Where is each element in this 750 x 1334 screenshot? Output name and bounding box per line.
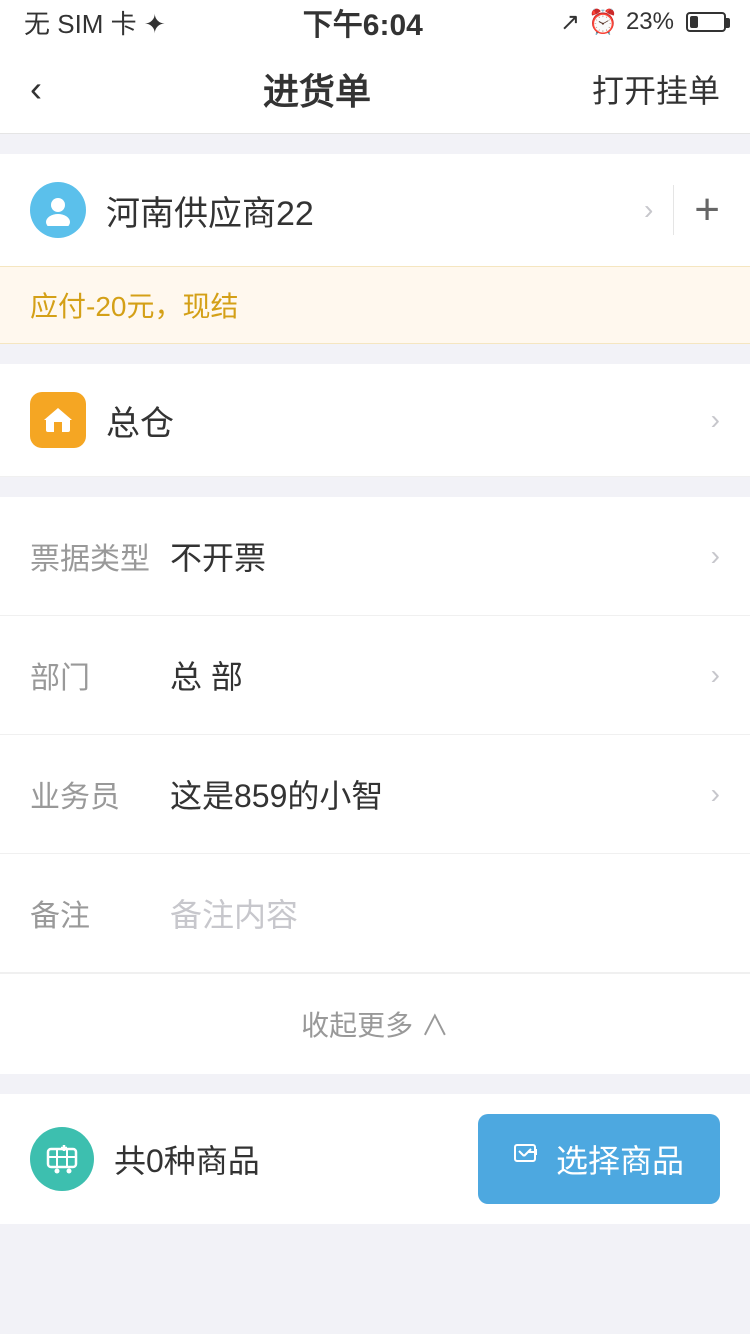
select-icon xyxy=(514,1144,544,1168)
battery-icon xyxy=(686,12,726,32)
notice-text: 应付-20元，现结 xyxy=(30,291,238,322)
supplier-divider xyxy=(673,185,674,235)
alarm-icon: ⏰ xyxy=(588,8,618,37)
salesperson-chevron-icon: › xyxy=(711,778,720,810)
salesperson-row[interactable]: 业务员 这是859的小智 › xyxy=(0,735,750,854)
product-count: 共0种商品 xyxy=(114,1136,478,1182)
add-button[interactable]: + xyxy=(694,188,720,232)
status-right: ↗ ⏰ 23% xyxy=(560,8,726,37)
supplier-name: 河南供应商22 xyxy=(106,186,644,235)
salesperson-value: 这是859的小智 xyxy=(170,771,701,817)
ticket-type-label: 票据类型 xyxy=(30,534,170,578)
status-time: 下午6:04 xyxy=(303,0,423,44)
open-pending-button[interactable]: 打开挂单 xyxy=(592,66,720,112)
ticket-type-value: 不开票 xyxy=(170,533,701,579)
warehouse-chevron-icon: › xyxy=(711,404,720,436)
status-left: 无 SIM 卡 ✦ xyxy=(24,4,166,41)
gap-3 xyxy=(0,477,750,497)
department-value: 总 部 xyxy=(170,652,701,698)
select-btn-label: 选择商品 xyxy=(556,1136,684,1182)
ticket-type-row[interactable]: 票据类型 不开票 › xyxy=(0,497,750,616)
ticket-type-chevron-icon: › xyxy=(711,540,720,572)
product-icon xyxy=(30,1127,94,1191)
nav-title: 进货单 xyxy=(263,63,371,115)
remark-row[interactable]: 备注 备注内容 xyxy=(0,854,750,973)
bottom-bar: 共0种商品 选择商品 xyxy=(0,1094,750,1224)
select-product-button[interactable]: 选择商品 xyxy=(478,1114,720,1204)
status-bar: 无 SIM 卡 ✦ 下午6:04 ↗ ⏰ 23% xyxy=(0,0,750,44)
gap-2 xyxy=(0,344,750,364)
form-card: 票据类型 不开票 › 部门 总 部 › 业务员 这是859的小智 › 备注 备注… xyxy=(0,497,750,1074)
notice-bar: 应付-20元，现结 xyxy=(0,266,750,344)
department-chevron-icon: › xyxy=(711,659,720,691)
remark-label: 备注 xyxy=(30,891,170,935)
battery-fill xyxy=(690,16,698,28)
battery-text: 23% xyxy=(626,8,674,36)
warehouse-name: 总仓 xyxy=(106,396,701,445)
supplier-row[interactable]: 河南供应商22 › + xyxy=(0,154,750,266)
warehouse-icon xyxy=(30,392,86,448)
salesperson-label: 业务员 xyxy=(30,772,170,816)
back-button[interactable]: ‹ xyxy=(30,68,42,110)
gap-1 xyxy=(0,134,750,154)
supplier-avatar xyxy=(30,182,86,238)
warehouse-row[interactable]: 总仓 › xyxy=(0,364,750,477)
department-row[interactable]: 部门 总 部 › xyxy=(0,616,750,735)
supplier-section: 河南供应商22 › + 应付-20元，现结 xyxy=(0,154,750,344)
collapse-label: 收起更多 ∧ xyxy=(301,1010,449,1041)
supplier-chevron-icon: › xyxy=(644,194,653,226)
collapse-bar[interactable]: 收起更多 ∧ xyxy=(0,973,750,1074)
remark-input[interactable]: 备注内容 xyxy=(170,890,720,936)
select-btn-icon xyxy=(514,1143,544,1175)
nav-bar: ‹ 进货单 打开挂单 xyxy=(0,44,750,134)
page-container: 无 SIM 卡 ✦ 下午6:04 ↗ ⏰ 23% ‹ 进货单 打开挂单 河南供应… xyxy=(0,0,750,1334)
house-icon xyxy=(42,404,74,436)
location-icon: ↗ xyxy=(560,8,580,37)
person-icon xyxy=(42,194,74,226)
cart-icon xyxy=(44,1141,80,1177)
department-label: 部门 xyxy=(30,653,170,697)
